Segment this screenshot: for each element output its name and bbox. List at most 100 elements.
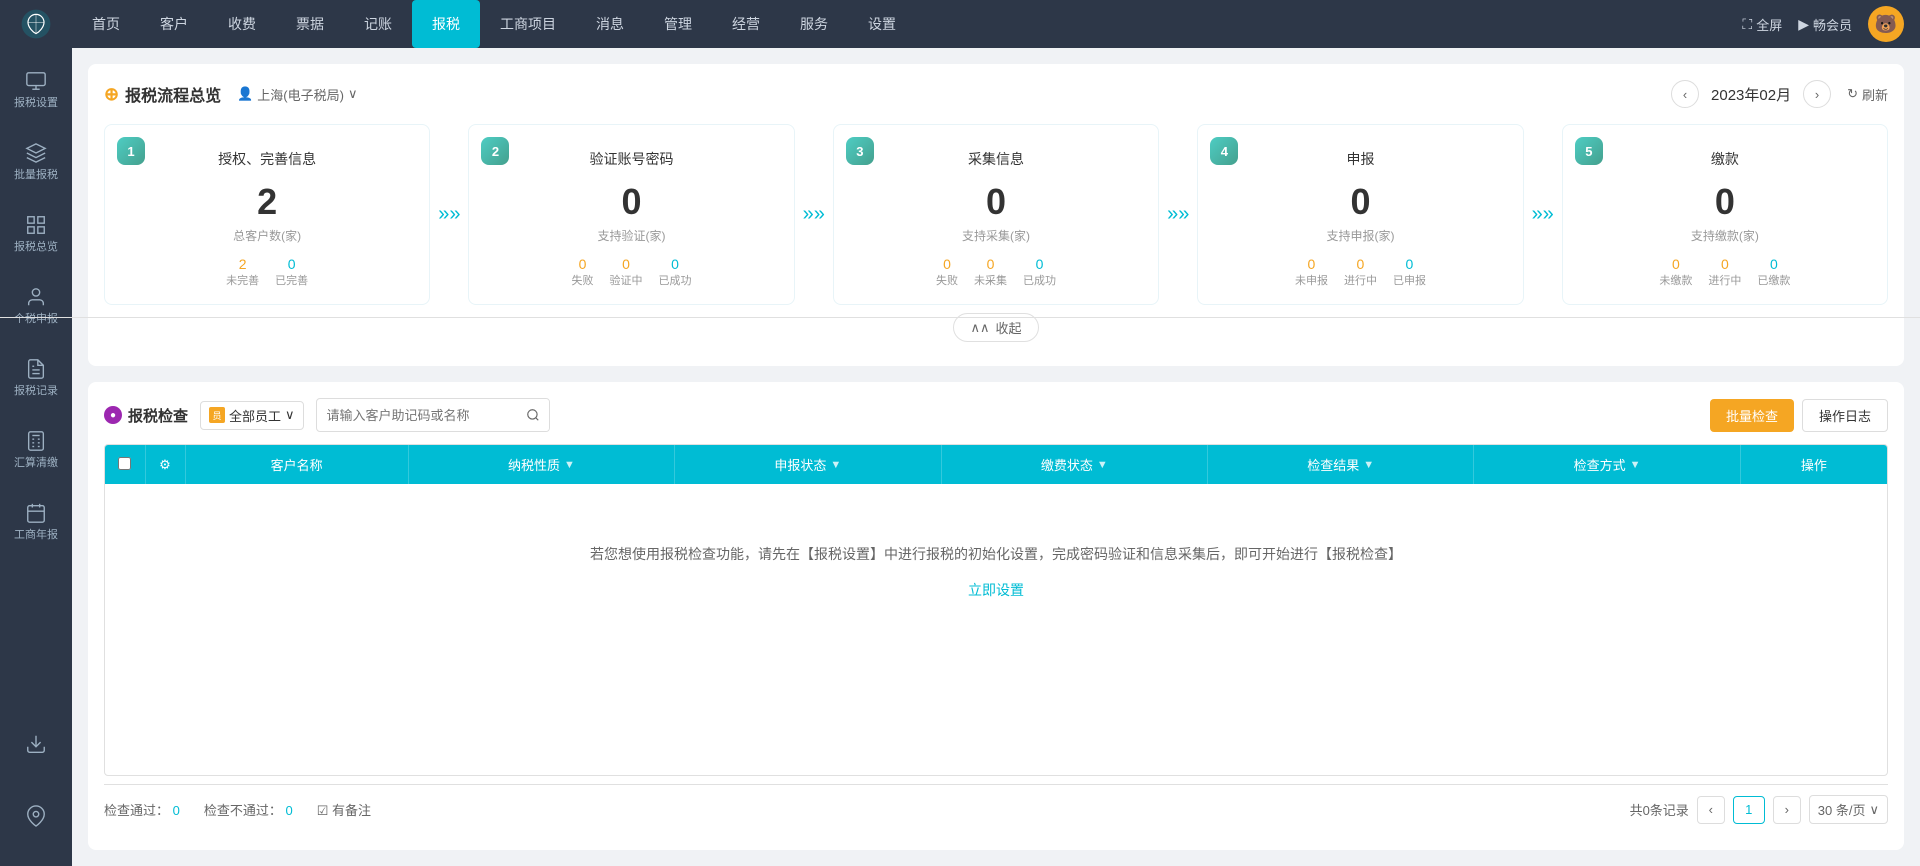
has-note-filter[interactable]: ☑ 有备注	[317, 800, 371, 819]
batch-check-button[interactable]: 批量检查	[1710, 399, 1794, 432]
nav-right-section: ⛶ 全屏 ▶ 畅会员 🐻	[1742, 6, 1920, 42]
nav-tax[interactable]: 报税	[412, 0, 480, 48]
nav-service[interactable]: 服务	[780, 0, 848, 48]
org-selector[interactable]: 👤 上海(电子税局) ∨	[237, 85, 357, 104]
nav-settings[interactable]: 设置	[848, 0, 916, 48]
search-button[interactable]	[517, 399, 549, 431]
refresh-button[interactable]: ↻ 刷新	[1847, 85, 1888, 104]
header-tax-nature: 纳税性质 ▼	[408, 445, 674, 484]
filter-icon-3[interactable]: ▼	[1097, 459, 1108, 471]
header-customer-name: 客户名称	[185, 445, 408, 484]
org-name: 上海(电子税局)	[257, 85, 344, 104]
table-footer: 检查通过： 0 检查不通过： 0 ☑ 有备注 共0条记录 ‹ 1 ›	[104, 784, 1888, 834]
step-num-4: 4	[1210, 137, 1238, 165]
sidebar-item-location[interactable]	[0, 782, 72, 850]
sidebar-label-tax-overview: 报税总览	[14, 241, 58, 254]
operation-log-button[interactable]: 操作日志	[1802, 399, 1888, 432]
filter-icon-4[interactable]: ▼	[1363, 459, 1374, 471]
filter-icon-5[interactable]: ▼	[1630, 459, 1641, 471]
sidebar-item-annual-report[interactable]: 工商年报	[0, 488, 72, 556]
check-pass-value[interactable]: 0	[173, 803, 180, 818]
user-avatar[interactable]: 🐻	[1868, 6, 1904, 42]
step-subtitle-5: 支持缴款(家)	[1691, 227, 1759, 244]
arrow-4-5: »»	[1524, 203, 1562, 226]
header-check-method-text: 检查方式	[1574, 455, 1626, 474]
person-icon	[24, 285, 48, 309]
per-page-selector[interactable]: 30 条/页 ∨	[1809, 795, 1888, 824]
fullscreen-button[interactable]: ⛶ 全屏	[1742, 15, 1782, 34]
stat-inprogress-4: 0 进行中	[1344, 256, 1377, 288]
sidebar-item-tax-overview[interactable]: 报税总览	[0, 200, 72, 268]
month-navigation: ‹ 2023年02月 ›	[1671, 80, 1831, 108]
member-button[interactable]: ▶ 畅会员	[1798, 15, 1852, 34]
nav-items-list: 首页 客户 收费 票据 记账 报税 工商项目 消息 管理 经营 服务 设置	[72, 0, 1742, 48]
check-fail-value[interactable]: 0	[286, 803, 293, 818]
current-month: 2023年02月	[1711, 84, 1791, 105]
search-input[interactable]	[317, 403, 517, 428]
nav-fee[interactable]: 收费	[208, 0, 276, 48]
arrow-2-3: »»	[795, 203, 833, 226]
nav-accounting[interactable]: 记账	[344, 0, 412, 48]
settings-icon[interactable]: ⚙	[159, 457, 171, 472]
sidebar-item-tax-records[interactable]: 报税记录	[0, 344, 72, 412]
step-num-2: 2	[481, 137, 509, 165]
section-title: ● 报税检查	[104, 405, 188, 426]
sidebar-item-batch-tax[interactable]: 批量报税	[0, 128, 72, 196]
tax-check-card: ● 报税检查 员 全部员工 ∨ 批量检查 操作日志	[88, 382, 1904, 850]
select-all-checkbox[interactable]	[118, 457, 131, 470]
next-month-button[interactable]: ›	[1803, 80, 1831, 108]
overview-title: ⊕ 报税流程总览	[104, 82, 221, 106]
employee-filter[interactable]: 员 全部员工 ∨	[200, 401, 304, 430]
download-icon	[24, 732, 48, 756]
header-check-result-text: 检查结果	[1307, 455, 1359, 474]
stat-val-verifying-2: 0	[610, 256, 643, 272]
step-stats-1: 2 未完善 0 已完善	[226, 256, 308, 288]
nav-customer[interactable]: 客户	[140, 0, 208, 48]
stat-incomplete: 2 未完善	[226, 256, 259, 288]
stat-label-paid-5: 已缴款	[1757, 272, 1790, 288]
header-report-status: 申报状态 ▼	[675, 445, 941, 484]
nav-home[interactable]: 首页	[72, 0, 140, 48]
nav-business[interactable]: 工商项目	[480, 0, 576, 48]
nav-management[interactable]: 管理	[644, 0, 712, 48]
arrow-1-2: »»	[430, 203, 468, 226]
sidebar-item-download[interactable]	[0, 710, 72, 778]
sidebar-item-personal-tax[interactable]: 个税申报	[0, 272, 72, 340]
overview-card: ⊕ 报税流程总览 👤 上海(电子税局) ∨ ‹ 2023年02月 › ↻	[88, 64, 1904, 366]
data-table: ⚙ 客户名称 纳税性质 ▼	[105, 445, 1887, 660]
note-label: ☑ 有备注	[317, 800, 371, 819]
footer-pagination: 共0条记录 ‹ 1 › 30 条/页 ∨	[1630, 795, 1888, 824]
current-page-number: 1	[1733, 796, 1765, 824]
stat-fail-2: 0 失败	[572, 256, 594, 288]
next-page-button[interactable]: ›	[1773, 796, 1801, 824]
stat-val-reported-4: 0	[1393, 256, 1426, 272]
filter-icon-2[interactable]: ▼	[830, 459, 841, 471]
layers-icon	[24, 141, 48, 165]
stat-unpaid-5: 0 未缴款	[1659, 256, 1692, 288]
stat-val-unpaid-5: 0	[1659, 256, 1692, 272]
stat-fail-3: 0 失败	[936, 256, 958, 288]
nav-message[interactable]: 消息	[576, 0, 644, 48]
total-records: 共0条记录	[1630, 800, 1689, 819]
sidebar-bottom	[0, 710, 72, 858]
search-box	[316, 398, 550, 432]
step-title-3: 采集信息	[968, 149, 1024, 169]
nav-operation[interactable]: 经营	[712, 0, 780, 48]
stat-label-inprogress-5: 进行中	[1708, 272, 1741, 288]
empty-message: 若您想使用报税检查功能，请先在【报税设置】中进行报税的初始化设置，完成密码验证和…	[590, 544, 1402, 564]
step-subtitle-1: 总客户数(家)	[233, 227, 301, 244]
filter-icon-1[interactable]: ▼	[564, 459, 575, 471]
per-page-dropdown-icon: ∨	[1869, 802, 1879, 818]
sidebar-item-settlement[interactable]: 汇算清缴	[0, 416, 72, 484]
header-report-status-text: 申报状态	[774, 455, 826, 474]
nav-invoice[interactable]: 票据	[276, 0, 344, 48]
grid-icon	[24, 213, 48, 237]
stat-label-reported-4: 已申报	[1393, 272, 1426, 288]
step-subtitle-2: 支持验证(家)	[598, 227, 666, 244]
step-title-4: 申报	[1346, 149, 1374, 169]
video-icon: ▶	[1798, 16, 1809, 33]
prev-month-button[interactable]: ‹	[1671, 80, 1699, 108]
setup-link[interactable]: 立即设置	[968, 580, 1024, 600]
sidebar-item-tax-settings[interactable]: 报税设置	[0, 56, 72, 124]
first-page-button[interactable]: ‹	[1697, 796, 1725, 824]
